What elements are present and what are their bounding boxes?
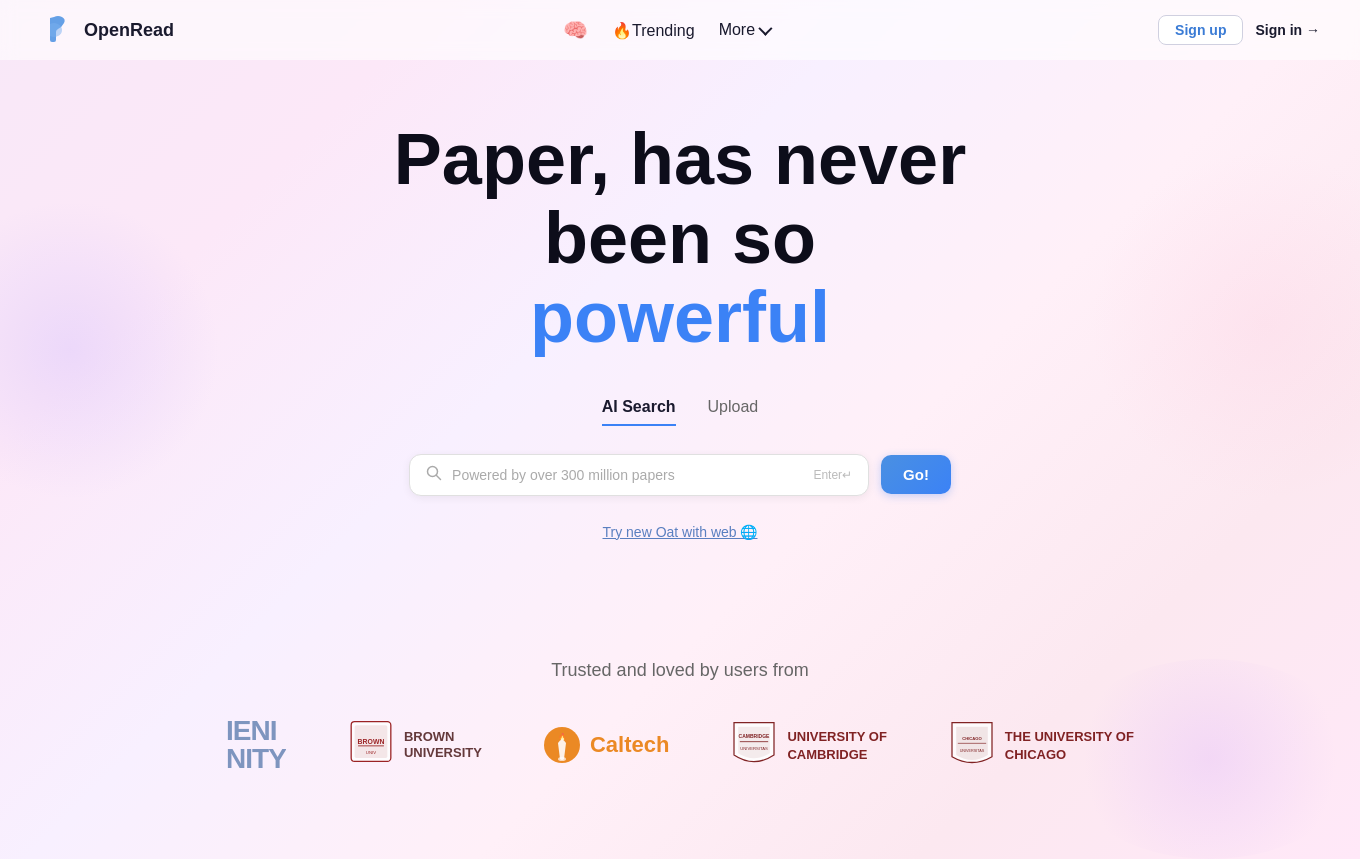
- hero-title: Paper, has never been so powerful: [394, 120, 966, 358]
- logo-area: OpenRead: [40, 12, 174, 48]
- svg-text:BROWN: BROWN: [358, 738, 385, 745]
- search-container: Enter↵ Go!: [409, 454, 951, 496]
- openread-logo-icon: [40, 12, 76, 48]
- university-logos-row: IENINITY BROWN UNIV BROWNUNIVERSITY 🔥: [0, 717, 1360, 773]
- cambridge-logo: CAMBRIDGE UNIVERSITAS UNIVERSITY OFCAMBR…: [729, 720, 886, 770]
- mit-logo: IENINITY: [226, 717, 286, 773]
- signin-label: Sign in →: [1255, 22, 1320, 38]
- chicago-label: THE UNIVERSITY OFCHICAGO: [1005, 729, 1134, 762]
- brown-shield-icon: BROWN UNIV: [346, 720, 396, 770]
- cambridge-shield-icon: CAMBRIDGE UNIVERSITAS: [729, 720, 779, 770]
- more-label: More: [719, 21, 755, 39]
- signin-button[interactable]: Sign in →: [1255, 22, 1320, 38]
- caltech-torch-icon: 🔥: [542, 721, 582, 769]
- search-input[interactable]: [452, 467, 803, 483]
- svg-line-1: [437, 475, 441, 479]
- caltech-logo: 🔥 Caltech: [542, 721, 669, 769]
- svg-text:CHICAGO: CHICAGO: [962, 736, 982, 741]
- try-new-link[interactable]: Try new Oat with web 🌐: [603, 524, 758, 540]
- mit-logo-text: IENINITY: [226, 717, 286, 773]
- tab-upload[interactable]: Upload: [708, 398, 759, 426]
- svg-text:UNIVERSITAS: UNIVERSITAS: [741, 746, 769, 751]
- hero-title-line1: Paper, has never: [394, 119, 966, 199]
- search-icon: [426, 465, 442, 485]
- search-tabs: AI Search Upload: [602, 398, 759, 426]
- hero-title-line2: been so: [544, 198, 816, 278]
- nav-brain-icon-button[interactable]: 🧠: [563, 18, 588, 42]
- tab-ai-search[interactable]: AI Search: [602, 398, 676, 426]
- svg-text:UNIVERSITAS: UNIVERSITAS: [959, 748, 984, 752]
- caltech-label: Caltech: [590, 732, 669, 758]
- trending-nav-button[interactable]: 🔥Trending: [612, 21, 695, 40]
- navbar: OpenRead 🧠 🔥Trending More Sign up Sign i…: [0, 0, 1360, 60]
- svg-point-9: [558, 757, 566, 761]
- search-shortcut: Enter↵: [813, 468, 852, 482]
- trusted-title: Trusted and loved by users from: [551, 660, 808, 681]
- trusted-section: Trusted and loved by users from IENINITY…: [0, 660, 1360, 813]
- hero-section: Paper, has never been so powerful AI Sea…: [0, 60, 1360, 580]
- brown-university-logo: BROWN UNIV BROWNUNIVERSITY: [346, 720, 482, 770]
- navbar-center: 🧠 🔥Trending More: [563, 18, 769, 42]
- trending-label: 🔥Trending: [612, 21, 695, 40]
- brain-icon: 🧠: [563, 18, 588, 42]
- navbar-right: Sign up Sign in →: [1158, 15, 1320, 45]
- svg-text:CAMBRIDGE: CAMBRIDGE: [739, 733, 770, 739]
- chicago-logo: CHICAGO UNIVERSITAS THE UNIVERSITY OFCHI…: [947, 720, 1134, 770]
- signup-button[interactable]: Sign up: [1158, 15, 1243, 45]
- more-nav-button[interactable]: More: [719, 21, 769, 39]
- chevron-down-icon: [758, 22, 772, 36]
- svg-text:UNIV: UNIV: [366, 750, 376, 755]
- search-bar: Enter↵: [409, 454, 869, 496]
- hero-title-accent: powerful: [530, 277, 830, 357]
- chicago-shield-icon: CHICAGO UNIVERSITAS: [947, 720, 997, 770]
- brown-university-label: BROWNUNIVERSITY: [404, 729, 482, 760]
- logo-text: OpenRead: [84, 20, 174, 41]
- go-button[interactable]: Go!: [881, 455, 951, 494]
- cambridge-label: UNIVERSITY OFCAMBRIDGE: [787, 729, 886, 762]
